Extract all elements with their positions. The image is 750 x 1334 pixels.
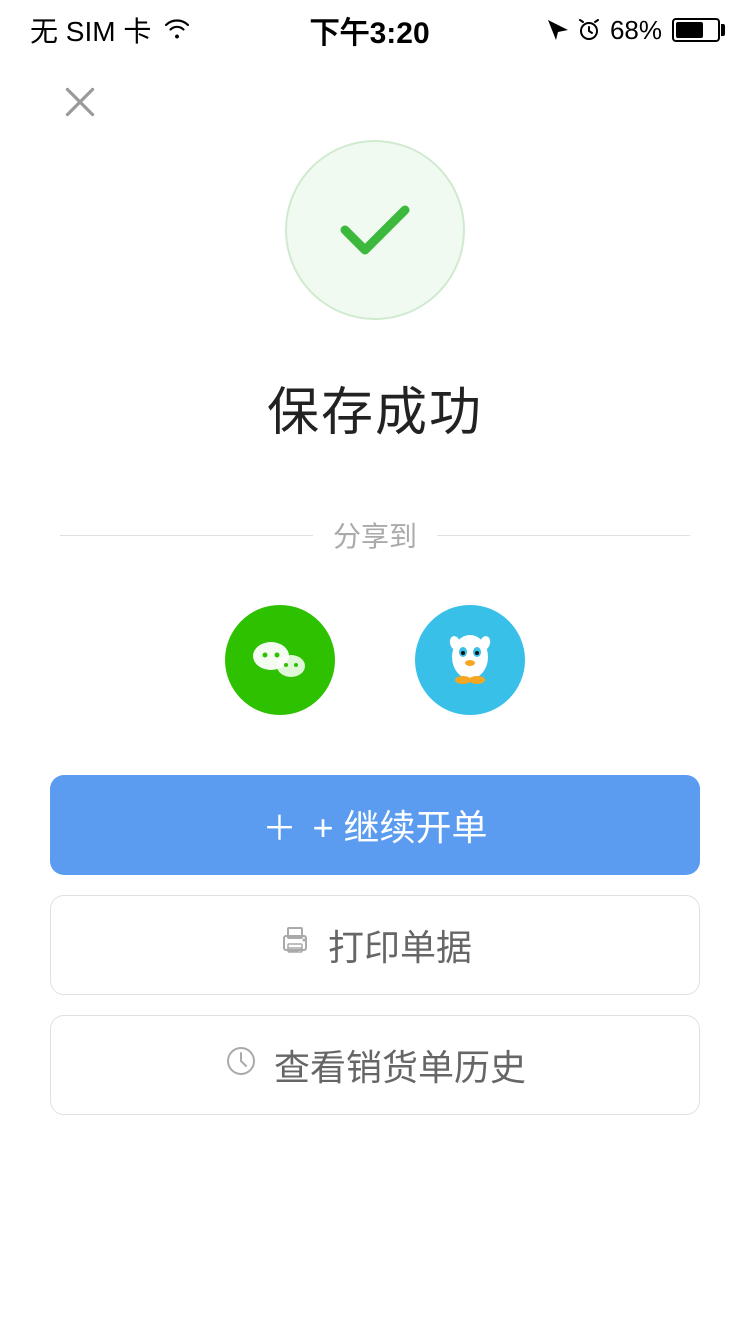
print-receipt-button[interactable]: 打印单据 [50, 895, 700, 995]
view-history-button[interactable]: 查看销货单历史 [50, 1015, 700, 1115]
share-label: 分享到 [333, 515, 417, 555]
success-title: 保存成功 [267, 370, 483, 445]
printer-icon [278, 924, 312, 967]
battery-fill [676, 22, 703, 38]
share-divider: 分享到 [0, 515, 750, 555]
history-icon [224, 1044, 258, 1087]
divider-right [437, 535, 690, 536]
share-icons [225, 605, 525, 715]
wechat-icon [249, 634, 311, 686]
qq-share-button[interactable] [415, 605, 525, 715]
main-content: 保存成功 分享到 [0, 60, 750, 1115]
close-button[interactable] [50, 72, 110, 132]
divider-left [60, 535, 313, 536]
continue-order-label: + 继续开单 [312, 799, 487, 851]
status-bar: 无 SIM 卡 下午3:20 68% [0, 0, 750, 60]
checkmark-icon [330, 185, 420, 275]
location-icon [548, 20, 568, 40]
wifi-icon [163, 15, 191, 46]
battery-icon [672, 18, 720, 42]
wechat-share-button[interactable] [225, 605, 335, 715]
status-right: 68% [548, 15, 720, 46]
status-left: 无 SIM 卡 [30, 10, 191, 50]
qq-icon [439, 627, 501, 693]
success-circle [285, 140, 465, 320]
battery-percentage: 68% [610, 15, 662, 46]
action-buttons: ＋ + 继续开单 打印单据 [0, 775, 750, 1115]
print-receipt-label: 打印单据 [328, 919, 472, 971]
alarm-icon [578, 19, 600, 41]
no-sim-label: 无 SIM 卡 [30, 10, 151, 50]
status-time: 下午3:20 [310, 8, 430, 52]
continue-order-button[interactable]: ＋ + 继续开单 [50, 775, 700, 875]
share-section: 分享到 [0, 515, 750, 715]
view-history-label: 查看销货单历史 [274, 1039, 526, 1091]
plus-icon: ＋ [262, 801, 296, 850]
close-icon [62, 84, 98, 120]
